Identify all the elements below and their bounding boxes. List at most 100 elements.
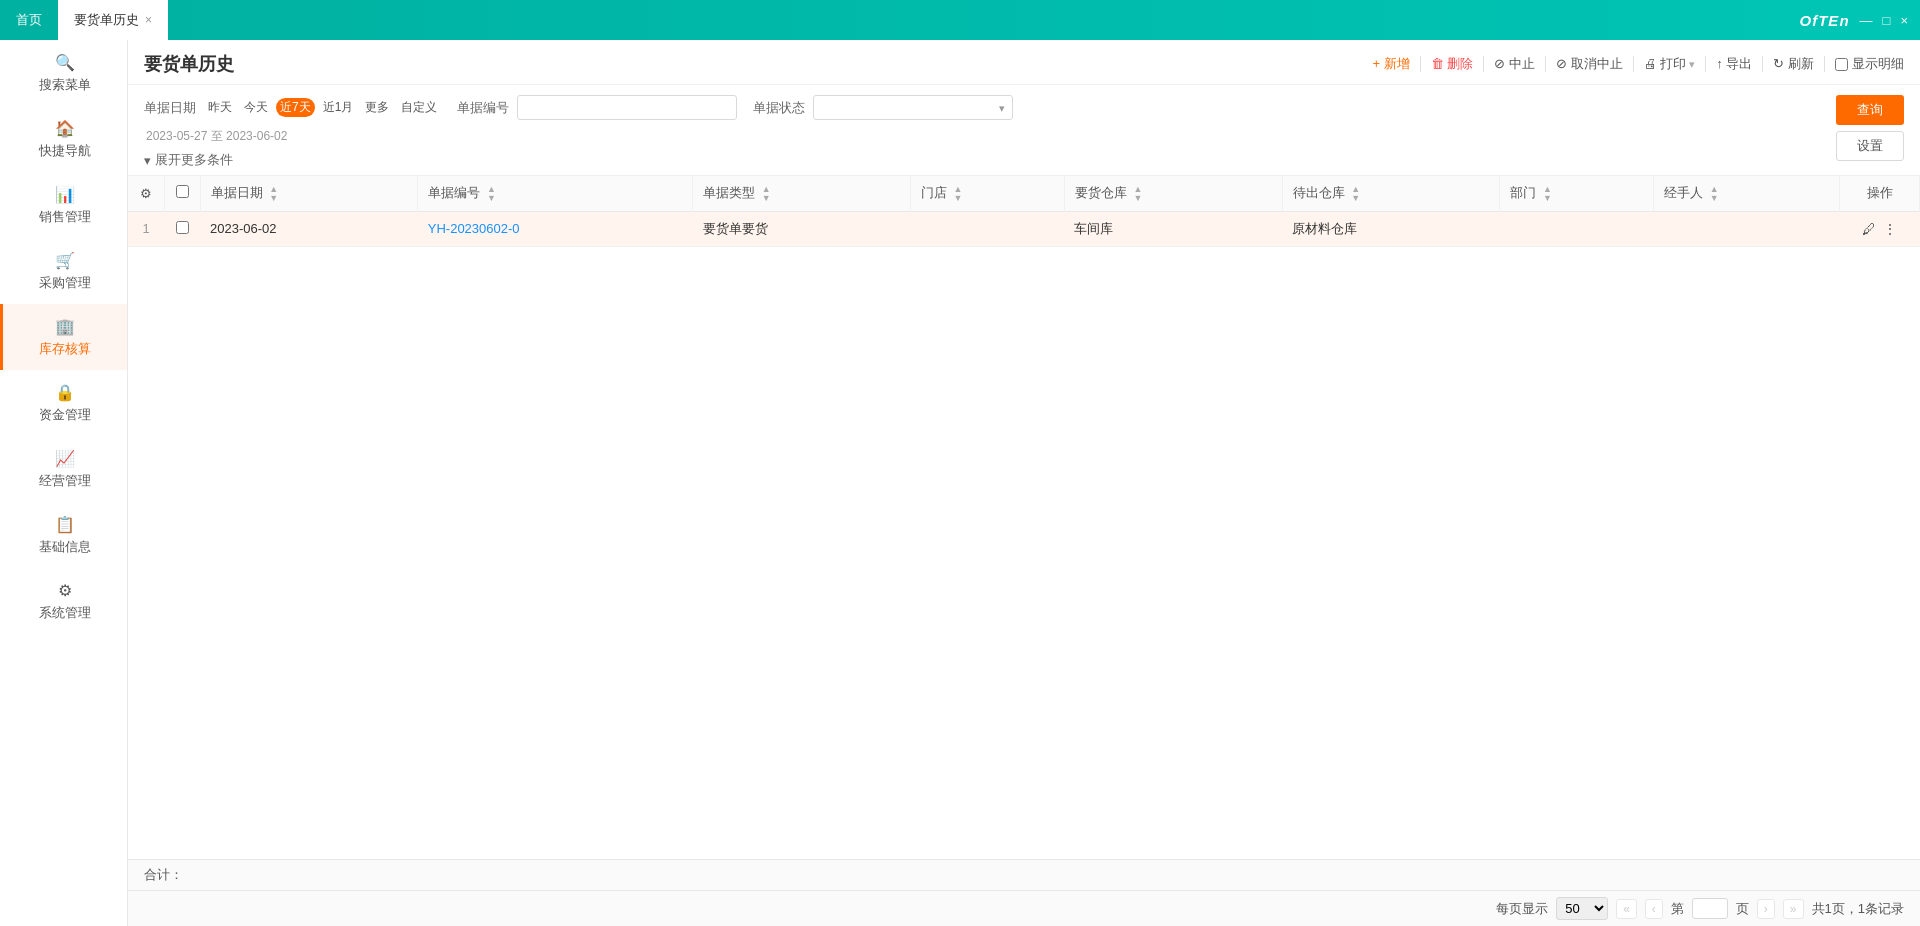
th-handler-label: 经手人 (1664, 185, 1703, 200)
date-custom[interactable]: 自定义 (397, 98, 441, 117)
date-filter-group: 单据日期 昨天 今天 近7天 近1月 更多 自定义 (144, 98, 441, 117)
show-detail-toggle[interactable]: 显示明细 (1835, 55, 1904, 73)
filter-settings-button[interactable]: 设置 (1836, 131, 1904, 161)
sidebar-item-inventory[interactable]: 🏢 库存核算 (0, 304, 127, 370)
page-unit: 页 (1736, 900, 1749, 918)
query-button[interactable]: 查询 (1836, 95, 1904, 125)
store-sort-icon[interactable]: ▲▼ (954, 185, 963, 203)
sidebar-item-sales-label: 销售管理 (39, 208, 91, 226)
th-number-label: 单据编号 (428, 185, 480, 200)
date-sort-icon[interactable]: ▲▼ (269, 185, 278, 203)
th-actions-label: 操作 (1867, 185, 1893, 200)
status-select[interactable] (813, 95, 1013, 120)
close-btn[interactable]: × (1900, 13, 1908, 28)
main-table: 单据日期 ▲▼ 单据编号 ▲▼ 单据类型 ▲▼ 门店 (128, 176, 1920, 247)
th-store: 门店 ▲▼ (910, 176, 1064, 211)
number-sort-icon[interactable]: ▲▼ (487, 185, 496, 203)
department-sort-icon[interactable]: ▲▼ (1543, 185, 1552, 203)
date-last-month[interactable]: 近1月 (319, 98, 358, 117)
order-number-link[interactable]: YH-20230602-0 (428, 221, 520, 236)
th-actions: 操作 (1840, 176, 1920, 211)
refresh-button[interactable]: ↻ 刷新 (1773, 55, 1814, 73)
sidebar-item-shortcut-label: 快捷导航 (39, 142, 91, 160)
stop-button[interactable]: ⊘ 中止 (1494, 55, 1535, 73)
select-all-checkbox[interactable] (176, 185, 189, 198)
sidebar-item-search-label: 搜索菜单 (39, 76, 91, 94)
purchase-icon: 🛒 (55, 250, 75, 270)
export-button[interactable]: ↑ 导出 (1716, 55, 1752, 73)
th-handler: 经手人 ▲▼ (1654, 176, 1840, 211)
order-number-input[interactable] (517, 95, 737, 120)
divider-7 (1824, 56, 1825, 72)
new-button[interactable]: + 新增 (1373, 55, 1410, 73)
show-detail-checkbox[interactable] (1835, 58, 1848, 71)
sidebar-item-sales[interactable]: 📊 销售管理 (0, 172, 127, 238)
divider-2 (1483, 56, 1484, 72)
cell-to-warehouse: 原材料仓库 (1282, 211, 1500, 246)
maximize-btn[interactable]: □ (1883, 13, 1891, 28)
last-page-btn[interactable]: » (1783, 899, 1804, 919)
content-area: 要货单历史 + 新增 🗑 删除 ⊘ 中止 ⊘ 取消中止 🖨 打印 ▾ ↑ 导出 … (128, 40, 1920, 926)
sidebar-item-basic-label: 基础信息 (39, 538, 91, 556)
date-last7[interactable]: 近7天 (276, 98, 315, 117)
page-label: 第 (1671, 900, 1684, 918)
row-more-icon[interactable]: ⋮ (1881, 219, 1899, 239)
date-today[interactable]: 今天 (240, 98, 272, 117)
print-dropdown-icon[interactable]: ▾ (1689, 58, 1695, 71)
row-checkbox-cell (164, 211, 200, 246)
sidebar-item-operations[interactable]: 📈 经营管理 (0, 436, 127, 502)
sidebar-item-system[interactable]: ⚙ 系统管理 (0, 568, 127, 634)
cell-number: YH-20230602-0 (418, 211, 693, 246)
tab-bar: 首页 要货单历史 × (0, 0, 1788, 40)
cell-from-warehouse: 车间库 (1064, 211, 1282, 246)
row-edit-icon[interactable]: 🖊 (1860, 219, 1878, 239)
tab-history-close[interactable]: × (145, 13, 152, 27)
tab-home-label: 首页 (16, 11, 42, 29)
sidebar-item-shortcut[interactable]: 🏠 快捷导航 (0, 106, 127, 172)
total-info: 共1页，1条记录 (1812, 900, 1904, 918)
expand-more-label: 展开更多条件 (155, 151, 233, 169)
show-detail-label: 显示明细 (1852, 55, 1904, 73)
toolbar: + 新增 🗑 删除 ⊘ 中止 ⊘ 取消中止 🖨 打印 ▾ ↑ 导出 ↻ 刷新 (1373, 55, 1904, 73)
sidebar-item-operations-label: 经营管理 (39, 472, 91, 490)
page-size-label: 每页显示 (1496, 900, 1548, 918)
divider-4 (1633, 56, 1634, 72)
tab-home[interactable]: 首页 (0, 0, 58, 40)
sidebar-item-basic[interactable]: 📋 基础信息 (0, 502, 127, 568)
date-yesterday[interactable]: 昨天 (204, 98, 236, 117)
to-warehouse-sort-icon[interactable]: ▲▼ (1351, 185, 1360, 203)
cell-department (1500, 211, 1654, 246)
page-number-input[interactable]: 1 (1692, 898, 1728, 919)
date-more[interactable]: 更多 (361, 98, 393, 117)
sidebar-item-finance-label: 资金管理 (39, 406, 91, 424)
cell-handler (1654, 211, 1840, 246)
sidebar-item-system-label: 系统管理 (39, 604, 91, 622)
th-number: 单据编号 ▲▼ (418, 176, 693, 211)
minimize-btn[interactable]: — (1860, 13, 1873, 28)
brand-text: OfTEn (1800, 12, 1850, 29)
settings-gear-icon[interactable] (140, 186, 152, 201)
sidebar-item-purchase[interactable]: 🛒 采购管理 (0, 238, 127, 304)
first-page-btn[interactable]: « (1616, 899, 1637, 919)
inventory-icon: 🏢 (55, 316, 75, 336)
th-department: 部门 ▲▼ (1500, 176, 1654, 211)
divider-1 (1420, 56, 1421, 72)
print-button[interactable]: 🖨 打印 ▾ (1644, 55, 1696, 73)
from-warehouse-sort-icon[interactable]: ▲▼ (1133, 185, 1142, 203)
prev-page-btn[interactable]: ‹ (1645, 899, 1663, 919)
delete-button[interactable]: 🗑 删除 (1431, 55, 1474, 73)
row-checkbox[interactable] (176, 221, 189, 234)
next-page-btn[interactable]: › (1757, 899, 1775, 919)
sidebar: 🔍 搜索菜单 🏠 快捷导航 📊 销售管理 🛒 采购管理 🏢 库存核算 🔒 资金管… (0, 40, 128, 926)
order-number-label: 单据编号 (457, 99, 509, 117)
handler-sort-icon[interactable]: ▲▼ (1710, 185, 1719, 203)
sidebar-item-search[interactable]: 🔍 搜索菜单 (0, 40, 127, 106)
status-filter-group: 单据状态 (753, 95, 1013, 120)
page-size-select[interactable]: 20 50 100 200 (1556, 897, 1608, 920)
tab-history[interactable]: 要货单历史 × (58, 0, 168, 40)
type-sort-icon[interactable]: ▲▼ (762, 185, 771, 203)
sidebar-item-finance[interactable]: 🔒 资金管理 (0, 370, 127, 436)
sidebar-item-purchase-label: 采购管理 (39, 274, 91, 292)
cancel-stop-button[interactable]: ⊘ 取消中止 (1556, 55, 1623, 73)
expand-more-btn[interactable]: ▾ 展开更多条件 (144, 145, 1816, 175)
